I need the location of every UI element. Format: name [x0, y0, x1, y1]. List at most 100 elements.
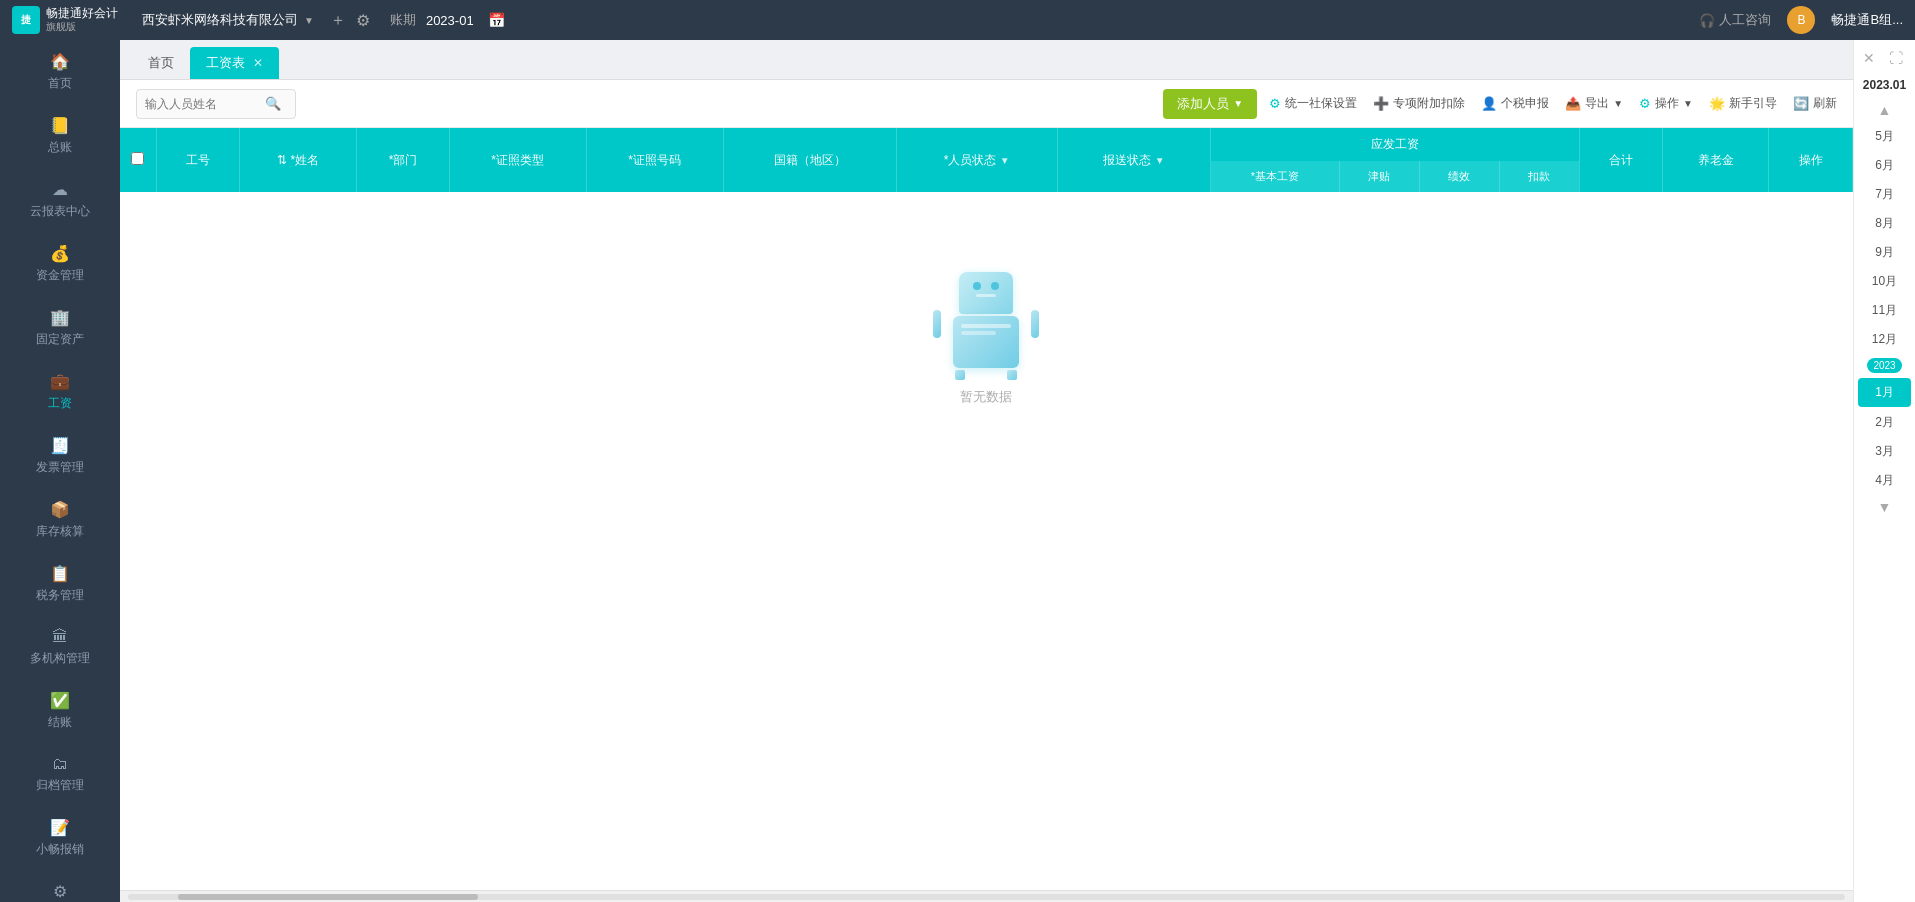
panel-top-controls: ✕ ⛶: [1854, 44, 1915, 72]
sidebar-item-payroll[interactable]: 💼 工资: [0, 360, 120, 424]
select-all-th[interactable]: [120, 128, 156, 192]
sidebar-label-funds: 资金管理: [36, 267, 84, 284]
empty-robot-illustration: [941, 272, 1031, 372]
sidebar-label-assets: 固定资产: [36, 331, 84, 348]
month-item-6[interactable]: 6月: [1854, 151, 1915, 180]
tab-close-icon[interactable]: ✕: [253, 56, 263, 70]
panel-expand-icon[interactable]: ⛶: [1887, 48, 1906, 68]
sidebar-label-cloud: 云报表中心: [30, 203, 90, 220]
company-selector[interactable]: 西安虾米网络科技有限公司 ▼: [142, 11, 314, 29]
social-insurance-label: 统一社保设置: [1285, 95, 1357, 112]
add-person-button[interactable]: 添加人员 ▼: [1163, 89, 1257, 119]
sidebar-item-cloud-report[interactable]: ☁ 云报表中心: [0, 168, 120, 232]
toolbar: 🔍 添加人员 ▼ ⚙ 统一社保设置 ➕ 专项附加扣除 👤 个税申报: [120, 80, 1853, 128]
app-sub: 旗舰版: [46, 20, 118, 34]
month-item-10[interactable]: 10月: [1854, 267, 1915, 296]
content-area: 首页 工资表 ✕ 🔍 添加人员 ▼ ⚙ 统一社保设置: [120, 40, 1853, 902]
operation-btn[interactable]: ⚙ 操作 ▼: [1639, 95, 1693, 112]
sidebar-label-close-account: 结账: [48, 714, 72, 731]
company-name: 西安虾米网络科技有限公司: [142, 11, 298, 29]
tab-bar: 首页 工资表 ✕: [120, 40, 1853, 80]
user-name: 畅捷通B组...: [1831, 11, 1903, 29]
status-filter-icon[interactable]: ▼: [1000, 155, 1010, 166]
th-salary-group: 应发工资: [1211, 128, 1580, 161]
sidebar-item-invoice[interactable]: 🧾 发票管理: [0, 424, 120, 488]
month-item-7[interactable]: 7月: [1854, 180, 1915, 209]
bottom-scrollbar[interactable]: [120, 890, 1853, 902]
search-wrap[interactable]: 🔍: [136, 89, 296, 119]
export-label: 导出: [1585, 95, 1609, 112]
add-icon[interactable]: ＋: [330, 10, 346, 31]
tax-icon: 📋: [50, 564, 70, 583]
sidebar-item-assets[interactable]: 🏢 固定资产: [0, 296, 120, 360]
month-item-12[interactable]: 12月: [1854, 325, 1915, 354]
th-allowance: 津贴: [1339, 161, 1419, 192]
sidebar-item-expense[interactable]: 📝 小畅报销: [0, 806, 120, 870]
special-deduction-btn[interactable]: ➕ 专项附加扣除: [1373, 95, 1465, 112]
search-input[interactable]: [145, 97, 265, 111]
calendar-icon[interactable]: 📅: [488, 12, 505, 28]
sidebar-label-inventory: 库存核算: [36, 523, 84, 540]
refresh-label: 刷新: [1813, 95, 1837, 112]
month-item-5[interactable]: 5月: [1854, 122, 1915, 151]
toolbar-actions: ⚙ 统一社保设置 ➕ 专项附加扣除 👤 个税申报 📤 导出 ▼ ⚙: [1269, 95, 1837, 112]
social-insurance-icon: ⚙: [1269, 96, 1281, 111]
special-deduction-icon: ➕: [1373, 96, 1389, 111]
report-filter-icon[interactable]: ▼: [1155, 155, 1165, 166]
sidebar-item-close-account[interactable]: ✅ 结账: [0, 679, 120, 743]
table-container: 工号 ⇅ *姓名 *部门 *证照类型 *证照号码 国籍（地区） *人员状态 ▼ …: [120, 128, 1853, 890]
month-item-9[interactable]: 9月: [1854, 238, 1915, 267]
scrollbar-track: [128, 894, 1845, 900]
logo-text-group: 畅捷通好会计 旗舰版: [46, 6, 118, 34]
sidebar-item-multiorg[interactable]: 🏛 多机构管理: [0, 616, 120, 679]
operation-label: 操作: [1655, 95, 1679, 112]
month-scroll-down-icon[interactable]: ▼: [1878, 495, 1892, 519]
sidebar-item-tax[interactable]: 📋 税务管理: [0, 552, 120, 616]
support-button[interactable]: 🎧 人工咨询: [1699, 11, 1771, 29]
add-person-chevron-icon: ▼: [1233, 98, 1243, 109]
settings-icon[interactable]: ⚙: [356, 11, 370, 30]
sidebar-item-archive[interactable]: 🗂 归档管理: [0, 743, 120, 806]
refresh-btn[interactable]: 🔄 刷新: [1793, 95, 1837, 112]
settings-nav-icon: ⚙: [53, 882, 67, 901]
period-value: 2023-01: [426, 13, 474, 28]
month-item-8[interactable]: 8月: [1854, 209, 1915, 238]
sidebar-item-settings[interactable]: ⚙ 基础设置: [0, 870, 120, 902]
th-pension: 养老金: [1663, 128, 1769, 192]
tab-payroll-label: 工资表: [206, 54, 245, 72]
panel-close-icon[interactable]: ✕: [1860, 48, 1879, 68]
th-deduction: 扣款: [1499, 161, 1579, 192]
month-item-1[interactable]: 1月: [1858, 378, 1911, 407]
export-btn[interactable]: 📤 导出 ▼: [1565, 95, 1623, 112]
th-performance: 绩效: [1419, 161, 1499, 192]
new-guide-btn[interactable]: 🌟 新手引导: [1709, 95, 1777, 112]
tax-report-btn[interactable]: 👤 个税申报: [1481, 95, 1549, 112]
month-item-11[interactable]: 11月: [1854, 296, 1915, 325]
th-id-number: *证照号码: [586, 128, 723, 192]
assets-icon: 🏢: [50, 308, 70, 327]
scrollbar-thumb[interactable]: [178, 894, 478, 900]
expense-icon: 📝: [50, 818, 70, 837]
social-insurance-btn[interactable]: ⚙ 统一社保设置: [1269, 95, 1357, 112]
special-deduction-label: 专项附加扣除: [1393, 95, 1465, 112]
sidebar-label-archive: 归档管理: [36, 777, 84, 794]
th-actions: 操作: [1769, 128, 1853, 192]
sidebar-item-home[interactable]: 🏠 首页: [0, 40, 120, 104]
year-badge: 2023: [1867, 358, 1901, 373]
operation-icon: ⚙: [1639, 96, 1651, 111]
tab-home[interactable]: 首页: [132, 47, 190, 79]
th-employee-id: 工号: [156, 128, 240, 192]
refresh-icon: 🔄: [1793, 96, 1809, 111]
sidebar-item-ledger[interactable]: 📒 总账: [0, 104, 120, 168]
month-scroll-up-icon[interactable]: ▲: [1878, 98, 1892, 122]
payroll-icon: 💼: [50, 372, 70, 391]
sidebar-item-inventory[interactable]: 📦 库存核算: [0, 488, 120, 552]
sidebar-item-funds[interactable]: 💰 资金管理: [0, 232, 120, 296]
month-item-3[interactable]: 3月: [1854, 437, 1915, 466]
empty-text: 暂无数据: [960, 388, 1012, 406]
month-item-4[interactable]: 4月: [1854, 466, 1915, 495]
operation-chevron-icon: ▼: [1683, 98, 1693, 109]
select-all-checkbox[interactable]: [131, 152, 144, 165]
month-item-2[interactable]: 2月: [1854, 408, 1915, 437]
tab-payroll[interactable]: 工资表 ✕: [190, 47, 279, 79]
